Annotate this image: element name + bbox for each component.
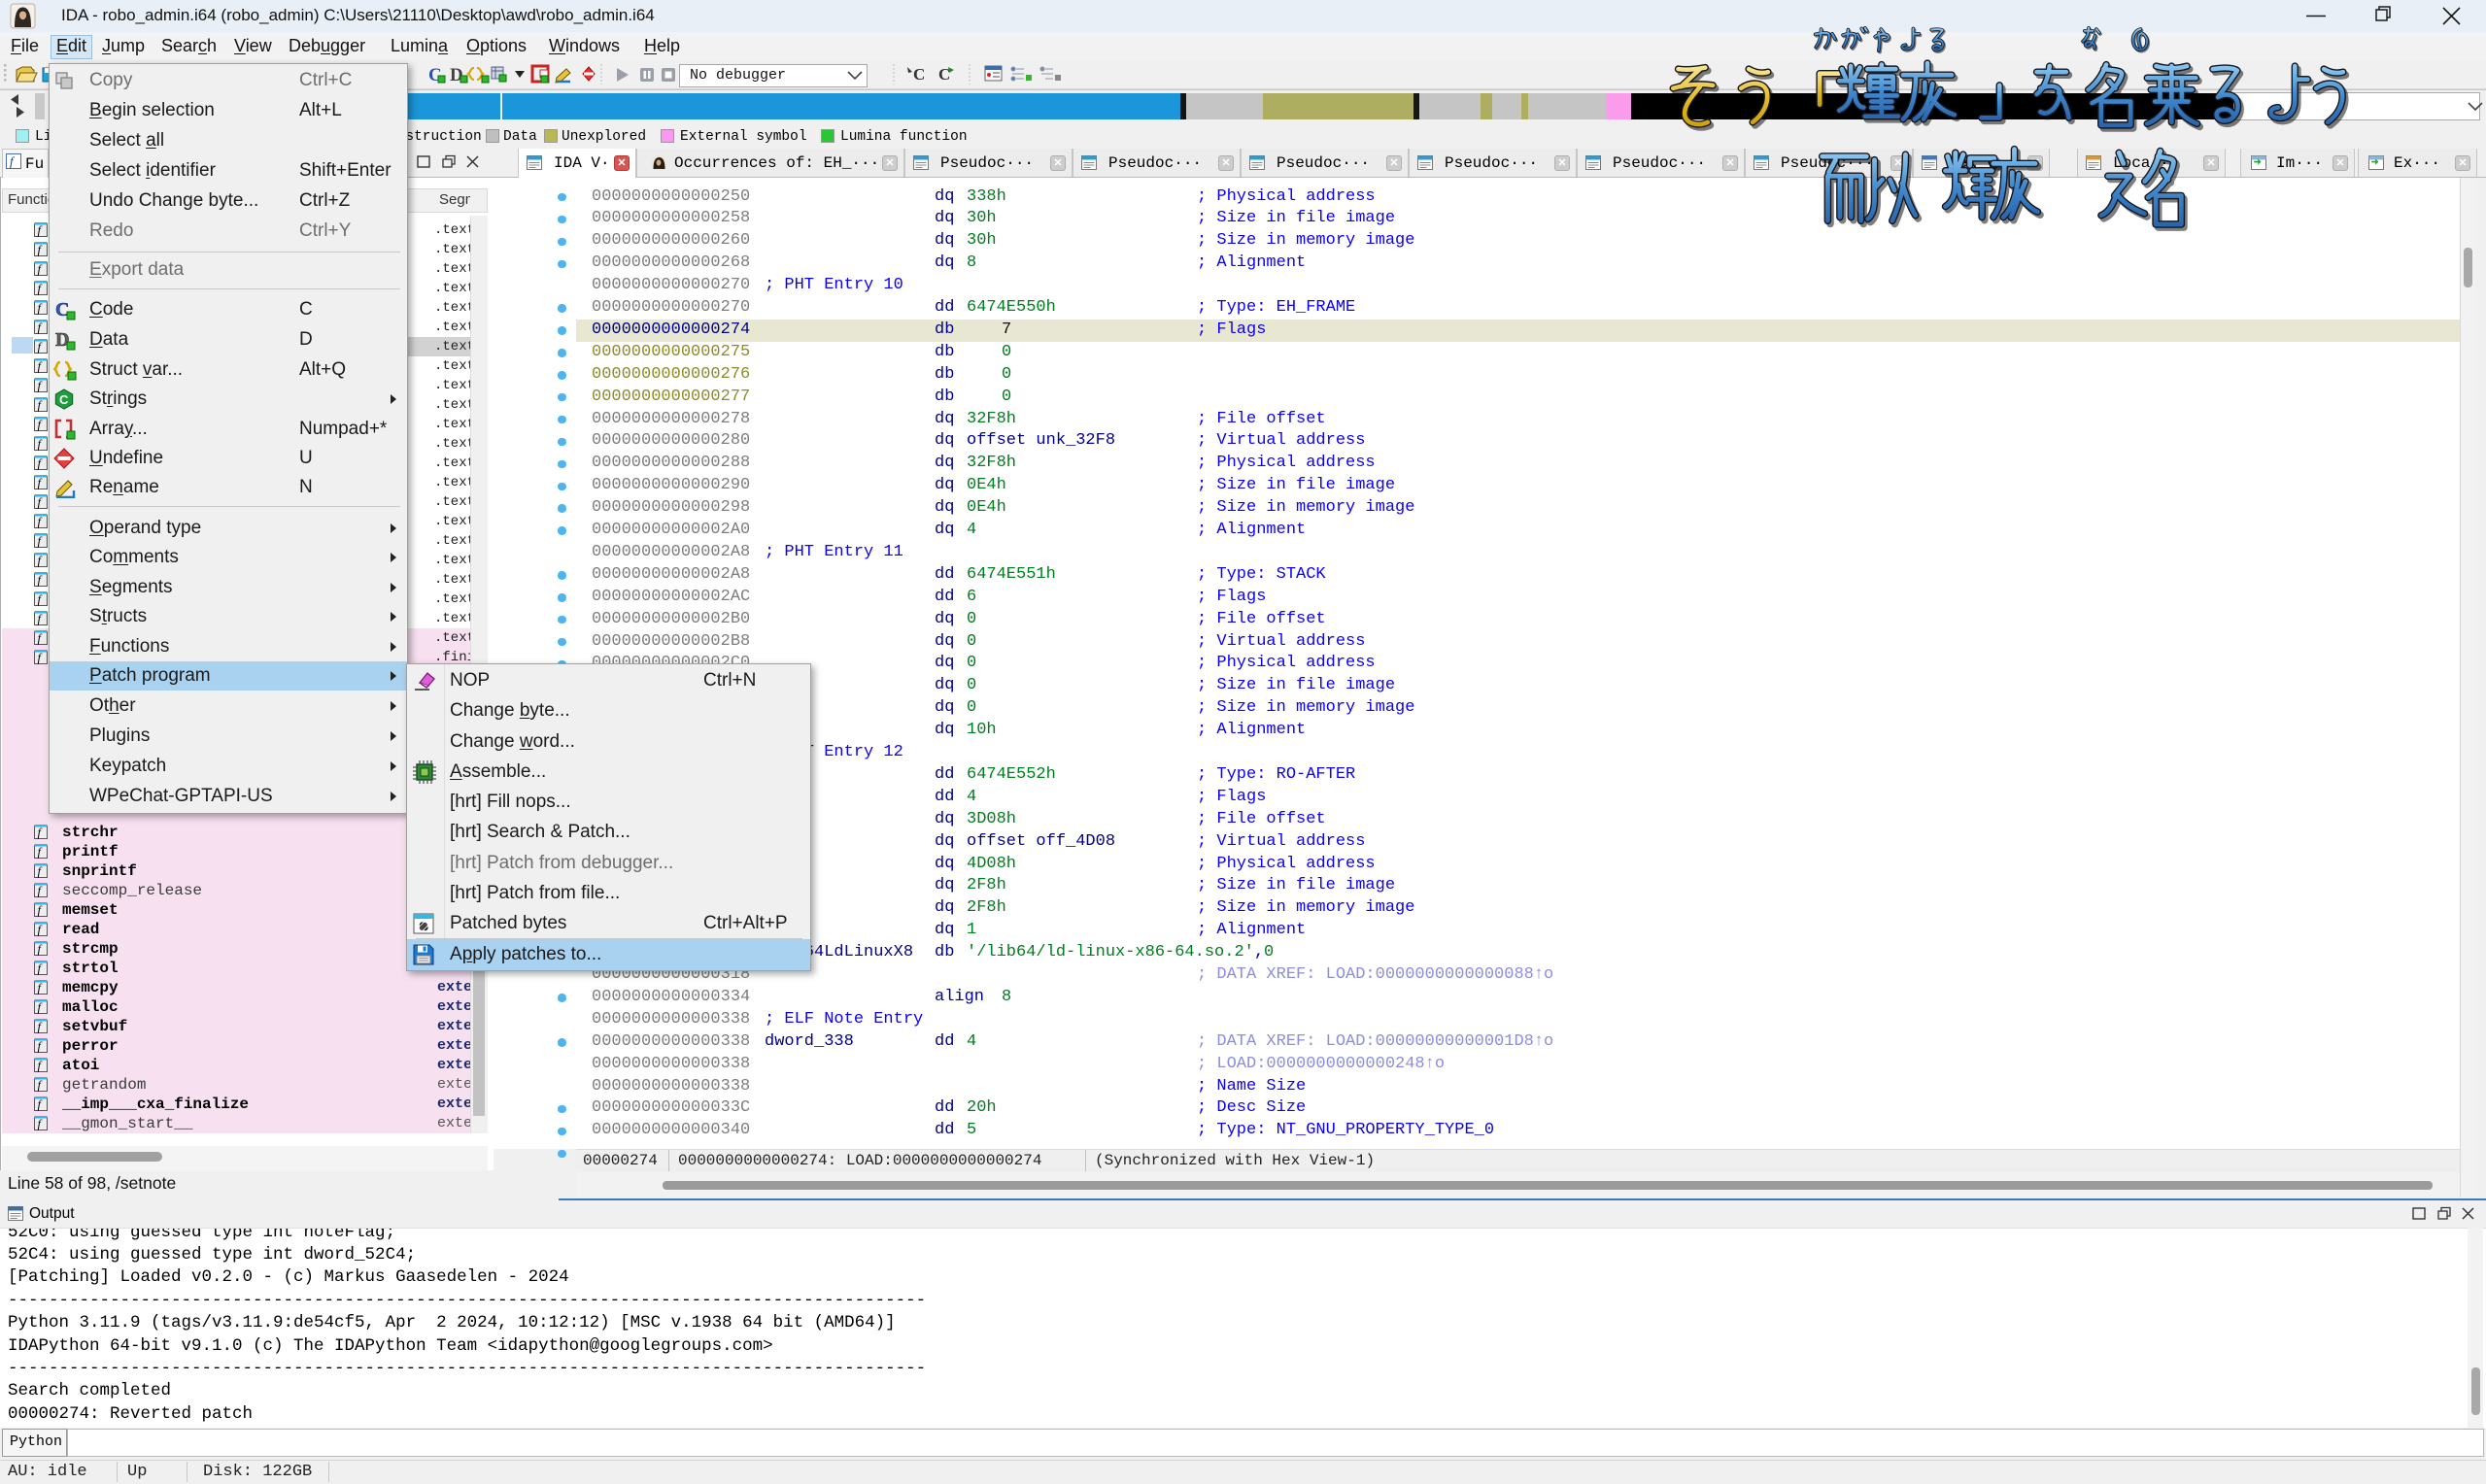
svg-text:C: C bbox=[59, 392, 69, 407]
svg-text:C: C bbox=[913, 65, 925, 84]
